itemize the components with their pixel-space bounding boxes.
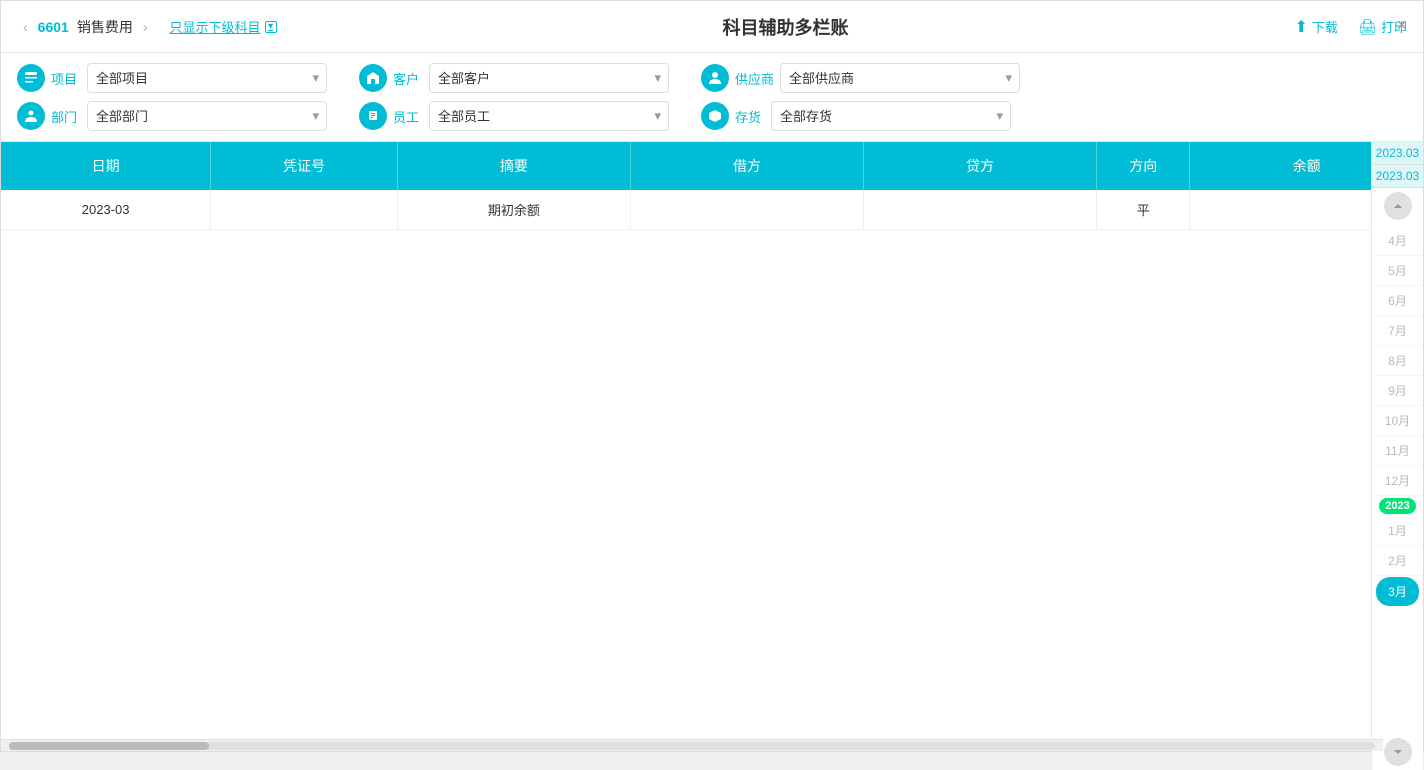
timeline-month-item[interactable]: 3月 — [1376, 577, 1419, 607]
download-icon: ⬆ — [1295, 17, 1308, 37]
close-button[interactable]: × — [1396, 15, 1407, 36]
timeline-months-list: 4月5月6月7月8月9月10月11月12月 2023 1月2月3月 — [1372, 224, 1423, 734]
col-debit: 借方 — [630, 142, 863, 190]
table-cell — [211, 190, 397, 230]
filter-item-supplier: 供应商 全部供应商 — [701, 63, 1020, 93]
timeline-month-item[interactable]: 12月 — [1372, 466, 1423, 496]
table-cell — [630, 190, 863, 230]
customer-select-wrapper: 全部客户 — [429, 63, 669, 93]
show-sub-label: 只显示下级科目 — [170, 17, 261, 36]
filter-row-2: 部门 全部部门 员工 — [17, 101, 1407, 131]
timeline-month-item[interactable]: 5月 — [1372, 256, 1423, 286]
timeline-month-item[interactable]: 8月 — [1372, 346, 1423, 376]
dept-select[interactable]: 全部部门 — [87, 101, 327, 131]
employee-icon — [359, 102, 387, 130]
table-cell: 期初余额 — [397, 190, 630, 230]
horizontal-scrollbar[interactable] — [1, 739, 1383, 751]
filter-item-inventory: 存货 全部存货 — [701, 101, 1011, 131]
timeline-panel: 2023.03 2023.03 4月5月6月7月8月9月10月11月12月 202… — [1371, 142, 1423, 770]
filter-item-project: 项目 全部项目 — [17, 63, 327, 93]
header-actions: ⬆ 下载 🖨 打印 — [1295, 17, 1407, 37]
timeline-header-1: 2023.03 — [1372, 142, 1423, 165]
timeline-month-item[interactable]: 4月 — [1372, 226, 1423, 256]
timeline-header-2: 2023.03 — [1372, 165, 1423, 188]
employee-select-wrapper: 全部员工 — [429, 101, 669, 131]
account-name: 销售费用 — [73, 17, 137, 37]
show-sub-arrow-icon: ▾ — [265, 21, 277, 33]
project-label: 项目 — [51, 69, 81, 88]
customer-icon — [359, 64, 387, 92]
next-account-button[interactable]: › — [137, 17, 154, 37]
project-select-wrapper: 全部项目 — [87, 63, 327, 93]
project-icon — [17, 64, 45, 92]
table-cell: 2023-03 — [1, 190, 211, 230]
customer-select[interactable]: 全部客户 — [429, 63, 669, 93]
employee-select[interactable]: 全部员工 — [429, 101, 669, 131]
filter-item-employee: 员工 全部员工 — [359, 101, 669, 131]
timeline-down-button[interactable] — [1384, 738, 1412, 766]
print-icon: 🖨 — [1358, 18, 1377, 36]
header: ‹ 6601 销售费用 › 只显示下级科目 ▾ 科目辅助多栏账 ⬆ 下载 🖨 打… — [1, 1, 1423, 53]
col-voucher: 凭证号 — [211, 142, 397, 190]
inventory-icon — [701, 102, 729, 130]
scrollbar-track — [9, 742, 1375, 750]
dept-icon — [17, 102, 45, 130]
timeline-month-item[interactable]: 10月 — [1372, 406, 1423, 436]
col-summary: 摘要 — [397, 142, 630, 190]
inventory-select-wrapper: 全部存货 — [771, 101, 1011, 131]
main-window: ‹ 6601 销售费用 › 只显示下级科目 ▾ 科目辅助多栏账 ⬆ 下载 🖨 打… — [0, 0, 1424, 752]
col-date: 日期 — [1, 142, 211, 190]
table-cell — [864, 190, 1097, 230]
project-select[interactable]: 全部项目 — [87, 63, 327, 93]
timeline-month-item[interactable]: 1月 — [1372, 516, 1423, 546]
timeline-month-item[interactable]: 7月 — [1372, 316, 1423, 346]
employee-label: 员工 — [393, 107, 423, 126]
timeline-year-badge: 2023 — [1379, 498, 1415, 514]
timeline-up-button[interactable] — [1384, 192, 1412, 220]
timeline-month-item[interactable]: 11月 — [1372, 436, 1423, 466]
account-code: 6601 — [34, 19, 73, 35]
table-wrapper[interactable]: 日期 凭证号 摘要 借方 贷方 方向 余额 2023-03期初余额平 — [1, 142, 1423, 734]
page-title: 科目辅助多栏账 — [277, 14, 1295, 40]
main-content: 日期 凭证号 摘要 借方 贷方 方向 余额 2023-03期初余额平 2023.… — [1, 142, 1423, 770]
supplier-icon — [701, 64, 729, 92]
table-row: 2023-03 期初余额 平 — [1, 190, 1423, 230]
filter-row-1: 项目 全部项目 客户 全部客户 — [17, 63, 1407, 93]
show-sub-button[interactable]: 只显示下级科目 ▾ — [170, 17, 277, 36]
filter-item-customer: 客户 全部客户 — [359, 63, 669, 93]
timeline-month-item[interactable]: 9月 — [1372, 376, 1423, 406]
dept-label: 部门 — [51, 107, 81, 126]
inventory-select[interactable]: 全部存货 — [771, 101, 1011, 131]
timeline-month-item[interactable]: 2月 — [1372, 546, 1423, 576]
table-cell: 平 — [1097, 190, 1190, 230]
ledger-table: 日期 凭证号 摘要 借方 贷方 方向 余额 2023-03期初余额平 — [1, 142, 1423, 230]
col-credit: 贷方 — [864, 142, 1097, 190]
filter-item-dept: 部门 全部部门 — [17, 101, 327, 131]
download-label: 下载 — [1312, 17, 1338, 36]
supplier-select-wrapper: 全部供应商 — [780, 63, 1020, 93]
scrollbar-thumb[interactable] — [9, 742, 209, 750]
download-button[interactable]: ⬆ 下载 — [1295, 17, 1338, 37]
customer-label: 客户 — [393, 69, 423, 88]
dept-select-wrapper: 全部部门 — [87, 101, 327, 131]
prev-account-button[interactable]: ‹ — [17, 17, 34, 37]
inventory-label: 存货 — [735, 107, 765, 126]
timeline-month-item[interactable]: 6月 — [1372, 286, 1423, 316]
col-direction: 方向 — [1097, 142, 1190, 190]
filter-bar: 项目 全部项目 客户 全部客户 — [1, 53, 1423, 142]
supplier-label: 供应商 — [735, 69, 774, 88]
supplier-select[interactable]: 全部供应商 — [780, 63, 1020, 93]
